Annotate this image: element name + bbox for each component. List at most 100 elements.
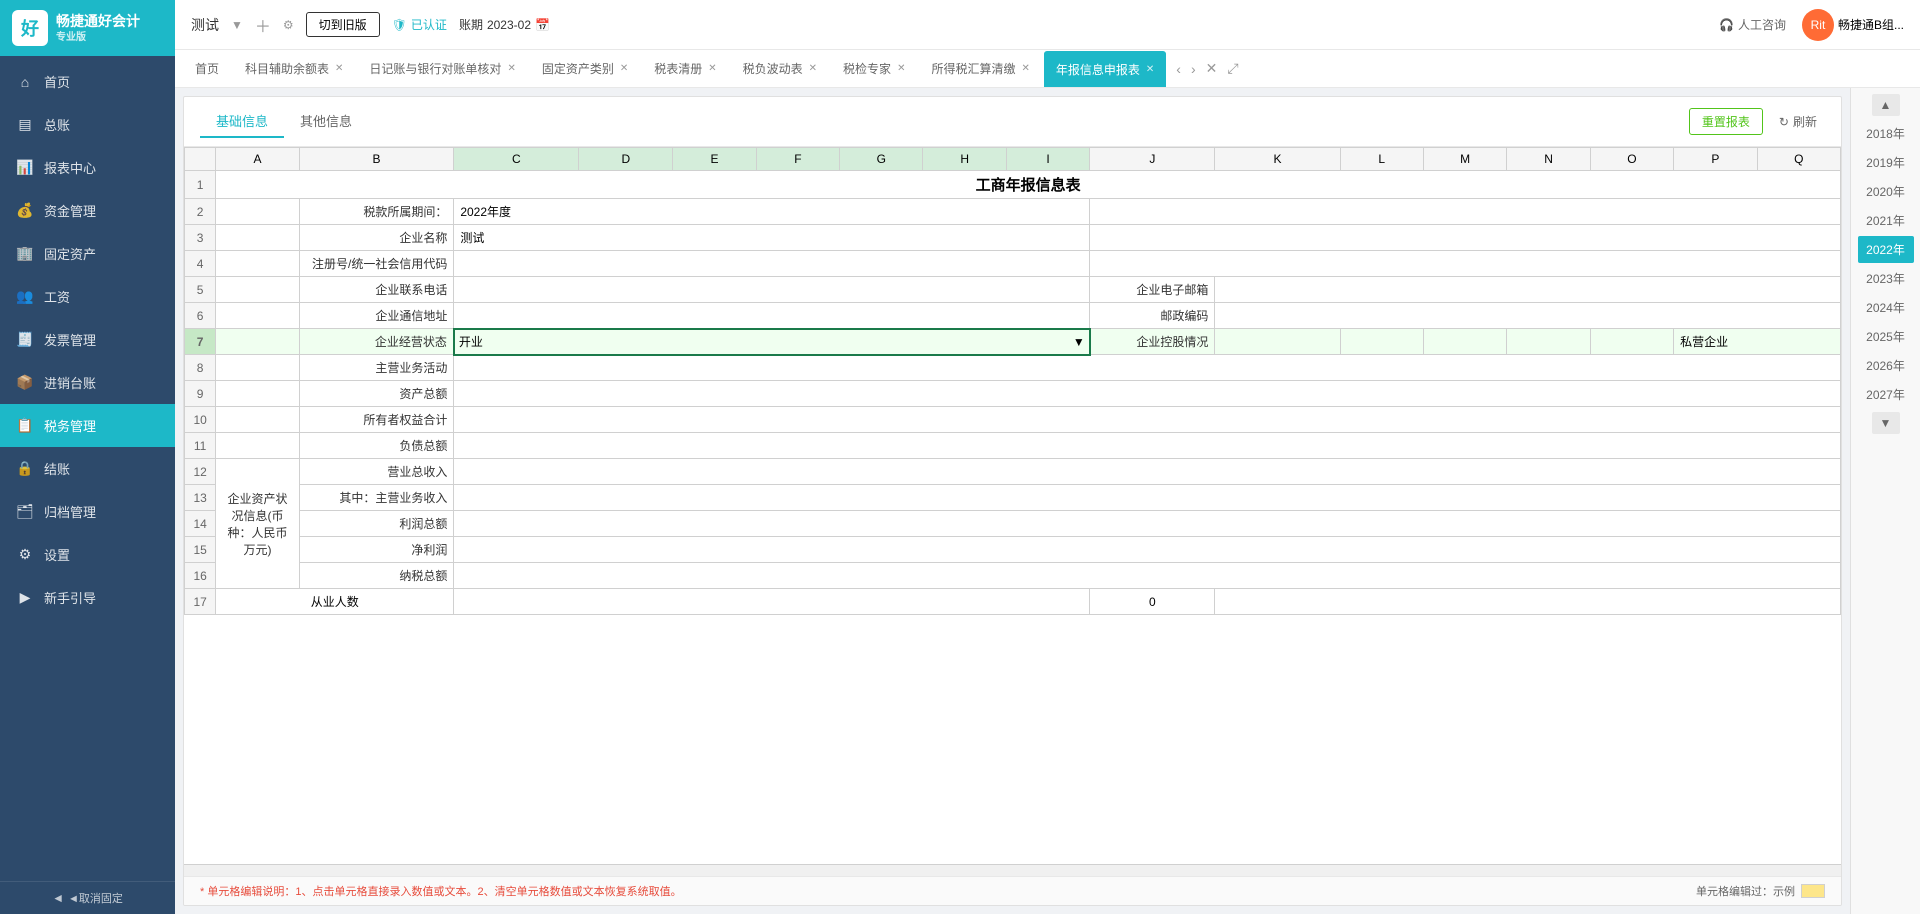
sidebar-item-fixed-assets[interactable]: 🏢 固定资产	[0, 232, 175, 275]
tab-close-annual-report[interactable]: ✕	[1146, 64, 1154, 75]
cell-10c[interactable]	[454, 407, 1841, 433]
cell-2c[interactable]: 2022年度	[454, 199, 1090, 225]
cell-17k[interactable]	[1215, 589, 1841, 615]
dropdown-arrow-icon[interactable]: ▼	[1073, 335, 1085, 349]
cell-8b[interactable]: 主营业务活动	[299, 355, 454, 381]
cell-15b[interactable]: 净利润	[299, 537, 454, 563]
col-header-f[interactable]: F	[756, 148, 839, 171]
switch-old-version-button[interactable]: 切到旧版	[306, 12, 380, 37]
col-header-i[interactable]: I	[1006, 148, 1089, 171]
cell-11b[interactable]: 负债总额	[299, 433, 454, 459]
col-header-e[interactable]: E	[673, 148, 756, 171]
cell-12c[interactable]	[454, 459, 1841, 485]
cell-8c[interactable]	[454, 355, 1841, 381]
cell-7l[interactable]	[1340, 329, 1423, 355]
cell-7o[interactable]	[1590, 329, 1673, 355]
col-header-q[interactable]: Q	[1757, 148, 1840, 171]
cell-4j[interactable]	[1090, 251, 1841, 277]
sidebar-item-guide[interactable]: ▶ 新手引导	[0, 576, 175, 619]
cell-3b[interactable]: 企业名称	[299, 225, 454, 251]
tabs-expand-button[interactable]: ⤢	[1223, 58, 1242, 79]
cell-7b[interactable]: 企业经营状态	[299, 329, 454, 355]
cell-4b[interactable]: 注册号/统一社会信用代码	[299, 251, 454, 277]
tab-journal-bank[interactable]: 日记账与银行对账单核对 ✕	[357, 51, 527, 87]
sidebar-item-invoices[interactable]: 🧾 发票管理	[0, 318, 175, 361]
panel-tab-other[interactable]: 其他信息	[284, 105, 368, 138]
year-item-2025[interactable]: 2025年	[1858, 323, 1914, 350]
cell-13b[interactable]: 其中：主营业务收入	[299, 485, 454, 511]
sidebar-item-settings[interactable]: ⚙ 设置	[0, 533, 175, 576]
cell-7n[interactable]	[1507, 329, 1590, 355]
cell-13c[interactable]	[454, 485, 1841, 511]
cell-2b[interactable]: 税款所属期间：	[299, 199, 454, 225]
cell-6j[interactable]: 邮政编码	[1090, 303, 1215, 329]
panel-tab-basic[interactable]: 基础信息	[200, 105, 284, 138]
tab-tax-return[interactable]: 税表清册 ✕	[642, 51, 728, 87]
cell-9b[interactable]: 资产总额	[299, 381, 454, 407]
year-item-2027[interactable]: 2027年	[1858, 381, 1914, 408]
topbar-settings-icon[interactable]: ⚙	[283, 18, 294, 32]
col-header-l[interactable]: L	[1340, 148, 1423, 171]
tabs-close-all-button[interactable]: ✕	[1202, 58, 1222, 79]
tab-close-aux-balance[interactable]: ✕	[335, 63, 343, 74]
cell-6k[interactable]	[1215, 303, 1841, 329]
tab-close-income-tax[interactable]: ✕	[1021, 63, 1029, 74]
sidebar-item-purchase-sales[interactable]: 📦 进销台账	[0, 361, 175, 404]
cell-4a[interactable]	[216, 251, 299, 277]
tab-tax-expert[interactable]: 税检专家 ✕	[831, 51, 917, 87]
year-scroll-up-button[interactable]: ▲	[1872, 94, 1900, 116]
col-header-o[interactable]: O	[1590, 148, 1673, 171]
tabs-next-button[interactable]: ›	[1187, 59, 1200, 79]
cell-16b[interactable]: 纳税总额	[299, 563, 454, 589]
refresh-button[interactable]: ↻ 刷新	[1771, 109, 1825, 134]
sidebar-collapse-button[interactable]: ◄ ◄取消固定	[0, 881, 175, 914]
reset-report-button[interactable]: 重置报表	[1689, 108, 1763, 135]
cell-15c[interactable]	[454, 537, 1841, 563]
customer-service-button[interactable]: 🎧 人工咨询	[1719, 16, 1786, 33]
tab-annual-report[interactable]: 年报信息申报表 ✕	[1044, 51, 1166, 87]
tab-close-tax-return[interactable]: ✕	[708, 63, 716, 74]
cell-7m[interactable]	[1423, 329, 1506, 355]
cell-5j[interactable]: 企业电子邮箱	[1090, 277, 1215, 303]
tabs-prev-button[interactable]: ‹	[1172, 59, 1185, 79]
sidebar-item-payroll[interactable]: 👥 工资	[0, 275, 175, 318]
col-header-h[interactable]: H	[923, 148, 1006, 171]
year-item-2019[interactable]: 2019年	[1858, 149, 1914, 176]
horizontal-scrollbar[interactable]	[184, 864, 1841, 876]
cell-17a[interactable]: 从业人数	[216, 589, 454, 615]
cell-8a[interactable]	[216, 355, 299, 381]
col-header-a[interactable]: A	[216, 148, 299, 171]
tab-income-tax[interactable]: 所得税汇算清缴 ✕	[919, 51, 1041, 87]
cell-7j[interactable]: 企业控股情况	[1090, 329, 1215, 355]
year-item-2022[interactable]: 2022年	[1858, 236, 1914, 263]
tab-close-tax-expert[interactable]: ✕	[897, 63, 905, 74]
cell-17c[interactable]	[454, 589, 1090, 615]
sidebar-item-archive[interactable]: 🗂 归档管理	[0, 490, 175, 533]
col-header-c[interactable]: C	[454, 148, 579, 171]
cell-3j[interactable]	[1090, 225, 1841, 251]
cell-4c[interactable]	[454, 251, 1090, 277]
year-item-2021[interactable]: 2021年	[1858, 207, 1914, 234]
cell-14b[interactable]: 利润总额	[299, 511, 454, 537]
col-header-p[interactable]: P	[1674, 148, 1757, 171]
cell-10a[interactable]	[216, 407, 299, 433]
user-menu-button[interactable]: Rit 畅捷通B组...	[1802, 9, 1904, 41]
col-header-k[interactable]: K	[1215, 148, 1340, 171]
year-item-2024[interactable]: 2024年	[1858, 294, 1914, 321]
cell-5k[interactable]	[1215, 277, 1841, 303]
cell-6b[interactable]: 企业通信地址	[299, 303, 454, 329]
cell-7k[interactable]	[1215, 329, 1340, 355]
year-item-2023[interactable]: 2023年	[1858, 265, 1914, 292]
col-header-d[interactable]: D	[579, 148, 673, 171]
cell-2j[interactable]	[1090, 199, 1841, 225]
topbar-add-button[interactable]: ＋	[255, 13, 271, 37]
col-header-j[interactable]: J	[1090, 148, 1215, 171]
year-item-2018[interactable]: 2018年	[1858, 120, 1914, 147]
sidebar-item-tax[interactable]: 📋 税务管理	[0, 404, 175, 447]
cell-5b[interactable]: 企业联系电话	[299, 277, 454, 303]
cell-3a[interactable]	[216, 225, 299, 251]
tab-home[interactable]: 首页	[183, 51, 231, 87]
cell-5a[interactable]	[216, 277, 299, 303]
topbar-dropdown-arrow[interactable]: ▼	[231, 18, 243, 32]
cell-10b[interactable]: 所有者权益合计	[299, 407, 454, 433]
